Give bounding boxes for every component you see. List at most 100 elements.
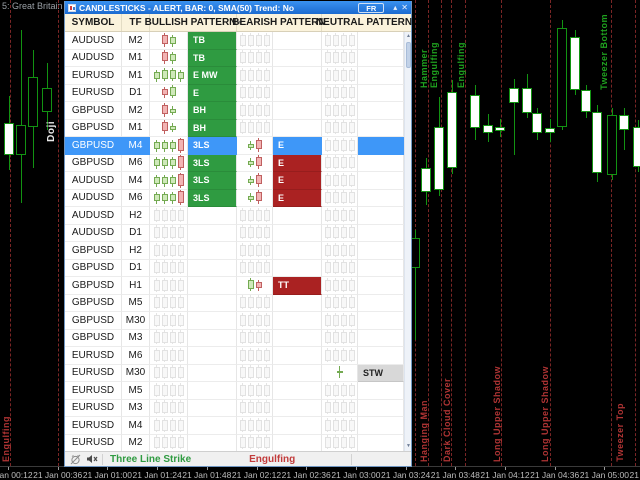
table-row[interactable]: EURUSD M2 [65,434,404,451]
table-row[interactable]: AUDUSD H2 [65,207,404,225]
neutral-pattern-cell [358,312,404,330]
placeholder-candle-icon [169,417,176,433]
table-row[interactable]: GBPUSD M3 [65,329,404,347]
placeholder-candle-icon [239,120,246,135]
column-header-bearish[interactable]: BEARISH PATTERN [232,14,326,31]
table-row[interactable]: AUDUSD D1 [65,224,404,242]
placeholder-candle-icon [263,242,270,258]
placeholder-candle-icon [169,365,176,380]
symbol-cell: AUDUSD [65,32,122,50]
table-row[interactable]: GBPUSD M1 BH [65,119,404,137]
placeholder-candle-icon [153,400,160,415]
table-row[interactable]: EURUSD D1 E [65,84,404,102]
collapse-icon[interactable]: ▴ [393,3,397,13]
table-row[interactable]: GBPUSD M5 [65,294,404,312]
placeholder-candle-icon [263,417,270,433]
neutral-candles-cell [322,242,358,260]
placeholder-candle-icon [247,400,254,415]
column-header-symbol[interactable]: SYMBOL [65,14,122,31]
bullish-candles-cell [150,259,188,277]
bearish-candles-cell [237,277,273,295]
symbol-cell: GBPUSD [65,242,122,260]
placeholder-candle-icon [177,417,184,433]
placeholder-candle-icon [324,277,331,293]
table-row[interactable]: EURUSD M1 E MW [65,67,404,85]
pattern-candle-icon [169,190,176,205]
placeholder-candle-icon [332,242,339,258]
table-row[interactable]: EURUSD M30 STW [65,364,404,382]
bearish-pattern-cell [273,67,322,85]
time-axis-label: 21 Jan 02:36 [281,470,331,480]
table-row[interactable]: GBPUSD D1 [65,259,404,277]
table-row[interactable]: EURUSD M6 [65,347,404,365]
candle-body [28,77,38,127]
alarm-muted-icon[interactable] [70,454,81,465]
placeholder-candle-icon [332,400,339,415]
neutral-pattern-cell [358,189,404,207]
table-row[interactable]: AUDUSD M6 3LS E [65,189,404,207]
bullish-candles-cell [150,84,188,102]
pattern-candle-icon [161,67,168,83]
bearish-candles-cell [237,312,273,330]
time-axis-label: 21 Jan 01:48 [182,470,232,480]
placeholder-candle-icon [263,435,270,450]
symbol-cell: EURUSD [65,84,122,102]
candle-body [557,28,567,127]
symbol-cell: GBPUSD [65,102,122,120]
bullish-candles-cell [150,189,188,207]
bullish-candles-cell [150,417,188,435]
table-row[interactable]: GBPUSD H1 TT [65,277,404,295]
bullish-pattern-cell: BH [188,102,237,120]
placeholder-candle-icon [255,400,262,415]
close-icon[interactable]: ✕ [401,3,408,13]
placeholder-candle-icon [348,50,355,65]
column-header-bullish[interactable]: BULLISH PATTERN ▾ [145,14,241,31]
candlesticks-alert-window: CANDLESTICKS - ALERT, BAR: 0, SMA(50) Tr… [64,1,412,467]
scrollbar-thumb[interactable] [406,42,411,68]
table-row[interactable]: GBPUSD M6 3LS E [65,154,404,172]
fr-button[interactable]: FR [358,2,385,13]
bullish-pattern-cell [188,347,237,365]
bullish-candles-cell [150,102,188,120]
placeholder-candle-icon [177,382,184,398]
speaker-muted-icon[interactable] [86,454,98,464]
column-header-neutral[interactable]: NEUTRAL PATTERN [316,14,412,31]
symbol-cell: GBPUSD [65,137,122,155]
table-row[interactable]: GBPUSD M30 [65,312,404,330]
table-row[interactable]: EURUSD M5 [65,382,404,400]
table-row[interactable]: GBPUSD M2 BH [65,102,404,120]
bearish-pattern-cell: E [273,172,322,190]
scroll-down-icon[interactable]: ▼ [405,442,411,451]
pattern-name-label: Long Upper Shadow [540,366,550,462]
pattern-candle-icon [169,67,176,83]
bearish-candles-cell [237,242,273,260]
neutral-pattern-cell [358,347,404,365]
pattern-name-label: Engulfing [429,42,439,88]
table-row[interactable]: GBPUSD H2 [65,242,404,260]
table-row[interactable]: EURUSD M3 [65,399,404,417]
pattern-candle-icon [255,190,262,205]
placeholder-candle-icon [169,242,176,258]
pattern-marker-line [58,0,59,466]
table-row[interactable]: GBPUSD M4 3LS E [65,137,404,155]
window-titlebar[interactable]: CANDLESTICKS - ALERT, BAR: 0, SMA(50) Tr… [65,1,411,14]
pattern-candle-icon [153,173,160,188]
placeholder-candle-icon [239,50,246,65]
placeholder-candle-icon [348,32,355,48]
placeholder-candle-icon [348,347,355,363]
scroll-up-icon[interactable]: ▲ [405,32,411,41]
placeholder-candle-icon [324,137,331,153]
table-row[interactable]: EURUSD M4 [65,417,404,435]
pattern-name-label: Long Upper Shadow [492,366,502,462]
bullish-pattern-cell: 3LS [188,154,237,172]
symbol-cell: GBPUSD [65,119,122,137]
bullish-candles-cell [150,347,188,365]
pattern-marker-line [611,0,612,466]
table-row[interactable]: AUDUSD M1 TB [65,49,404,67]
table-row[interactable]: AUDUSD M2 TB [65,32,404,50]
vertical-scrollbar[interactable]: ▲ ▼ [404,32,411,451]
table-row[interactable]: AUDUSD M4 3LS E [65,172,404,190]
placeholder-candle-icon [169,400,176,415]
status-bar: Three Line Strike Engulfing [65,451,411,466]
time-axis-label: 21 Jan 00:36 [33,470,83,480]
